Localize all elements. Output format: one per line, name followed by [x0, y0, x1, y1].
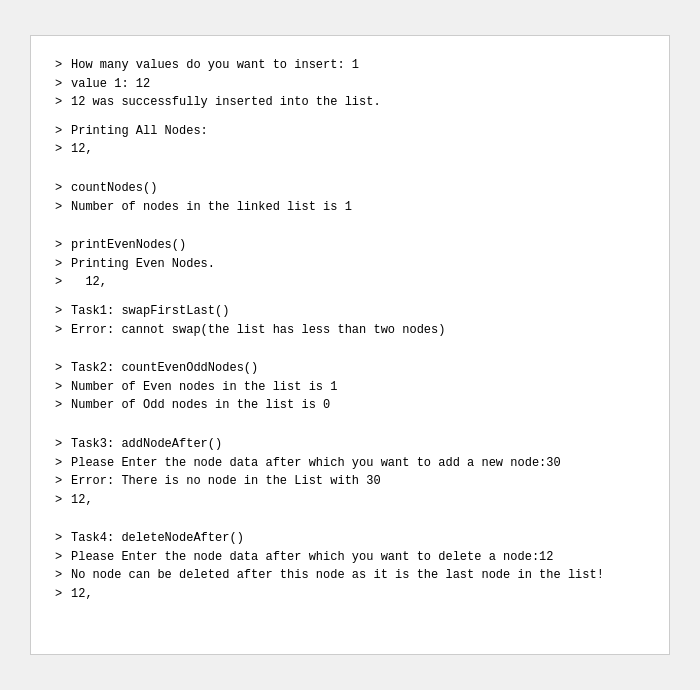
terminal-line: >12, [55, 140, 645, 159]
terminal-line: >12, [55, 585, 645, 604]
line-text: 12, [71, 140, 93, 159]
terminal-line: > Printing Even Nodes. [55, 255, 645, 274]
spacer-line [55, 415, 645, 425]
prompt-symbol: > [55, 273, 65, 292]
terminal-content: > How many values do you want to insert: … [55, 56, 645, 604]
prompt-symbol: > [55, 529, 65, 548]
prompt-symbol: > [55, 198, 65, 217]
spacer-line [55, 216, 645, 226]
terminal-line: > Printing All Nodes: [55, 122, 645, 141]
prompt-symbol: > [55, 321, 65, 340]
prompt-symbol: > [55, 179, 65, 198]
prompt-symbol: > [55, 454, 65, 473]
line-text: printEvenNodes() [71, 236, 186, 255]
line-text: Printing Even Nodes. [71, 255, 215, 274]
line-text: Please Enter the node data after which y… [71, 454, 561, 473]
line-text: Number of nodes in the linked list is 1 [71, 198, 352, 217]
terminal-line: >12 was successfully inserted into the l… [55, 93, 645, 112]
terminal-line: > Number of Odd nodes in the list is 0 [55, 396, 645, 415]
prompt-symbol: > [55, 302, 65, 321]
spacer-line [55, 519, 645, 529]
terminal-line: > How many values do you want to insert: … [55, 56, 645, 75]
prompt-symbol: > [55, 491, 65, 510]
terminal-line: > Error: There is no node in the List wit… [55, 472, 645, 491]
prompt-symbol: > [55, 585, 65, 604]
prompt-symbol: > [55, 435, 65, 454]
prompt-symbol: > [55, 122, 65, 141]
prompt-symbol: > [55, 56, 65, 75]
line-text: Task4: deleteNodeAfter() [71, 529, 244, 548]
terminal-line: > Please Enter the node data after which … [55, 454, 645, 473]
terminal-line: > Task2: countEvenOddNodes() [55, 359, 645, 378]
line-text: countNodes() [71, 179, 157, 198]
terminal-line: > value 1: 12 [55, 75, 645, 94]
spacer-line [55, 349, 645, 359]
spacer-line [55, 169, 645, 179]
line-text: Error: There is no node in the List with… [71, 472, 381, 491]
line-text: Task3: addNodeAfter() [71, 435, 222, 454]
line-text: Number of Odd nodes in the list is 0 [71, 396, 330, 415]
line-text: Error: cannot swap(the list has less tha… [71, 321, 445, 340]
terminal-line: > Task1: swapFirstLast() [55, 302, 645, 321]
line-text: Task2: countEvenOddNodes() [71, 359, 258, 378]
line-text: Printing All Nodes: [71, 122, 208, 141]
line-text: 12, [71, 585, 93, 604]
terminal-line: > No node can be deleted after this node … [55, 566, 645, 585]
spacer-line [55, 509, 645, 519]
terminal-line: >12, [55, 491, 645, 510]
terminal-line: > printEvenNodes() [55, 236, 645, 255]
spacer-line [55, 292, 645, 302]
spacer-line [55, 159, 645, 169]
terminal-line: > 12, [55, 273, 645, 292]
line-text: No node can be deleted after this node a… [71, 566, 604, 585]
terminal-line: > Number of nodes in the linked list is 1 [55, 198, 645, 217]
terminal-line: > Number of Even nodes in the list is 1 [55, 378, 645, 397]
spacer-line [55, 226, 645, 236]
prompt-symbol: > [55, 93, 65, 112]
line-text: value 1: 12 [71, 75, 150, 94]
prompt-symbol: > [55, 255, 65, 274]
line-text: Please Enter the node data after which y… [71, 548, 553, 567]
terminal-container: > How many values do you want to insert: … [30, 35, 670, 655]
terminal-line: > countNodes() [55, 179, 645, 198]
terminal-line: > Please Enter the node data after which … [55, 548, 645, 567]
prompt-symbol: > [55, 75, 65, 94]
line-text: 12, [71, 491, 93, 510]
prompt-symbol: > [55, 472, 65, 491]
spacer-line [55, 425, 645, 435]
terminal-line: > Task4: deleteNodeAfter() [55, 529, 645, 548]
spacer-line [55, 112, 645, 122]
terminal-line: > Error: cannot swap(the list has less th… [55, 321, 645, 340]
line-text: 12 was successfully inserted into the li… [71, 93, 381, 112]
prompt-symbol: > [55, 359, 65, 378]
line-text: How many values do you want to insert: 1 [71, 56, 359, 75]
line-text: Task1: swapFirstLast() [71, 302, 229, 321]
prompt-symbol: > [55, 566, 65, 585]
prompt-symbol: > [55, 378, 65, 397]
prompt-symbol: > [55, 548, 65, 567]
line-text: Number of Even nodes in the list is 1 [71, 378, 337, 397]
prompt-symbol: > [55, 236, 65, 255]
prompt-symbol: > [55, 140, 65, 159]
line-text: 12, [71, 273, 107, 292]
prompt-symbol: > [55, 396, 65, 415]
terminal-line: > Task3: addNodeAfter() [55, 435, 645, 454]
spacer-line [55, 339, 645, 349]
